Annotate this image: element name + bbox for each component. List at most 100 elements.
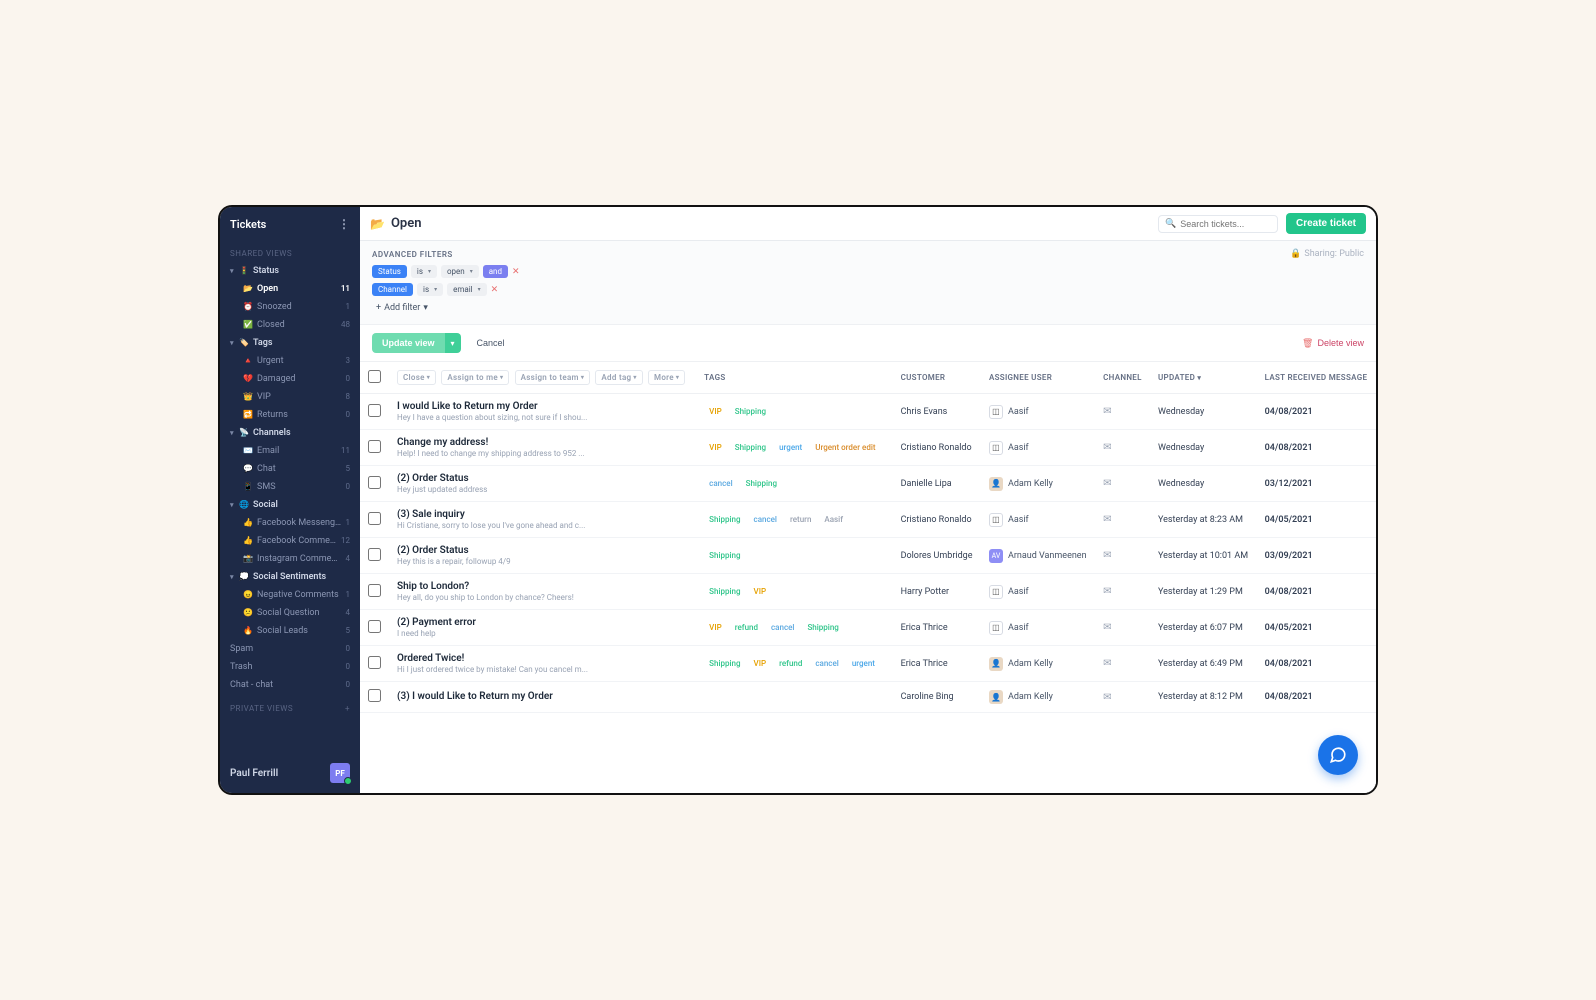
sidebar-item[interactable]: 👑VIP8: [220, 388, 360, 406]
filter-remove-2[interactable]: ✕: [491, 285, 499, 295]
ticket-preview: Hey this is a repair, followup 4/9: [397, 557, 657, 566]
add-private-view-icon[interactable]: +: [345, 704, 350, 713]
tag: Shipping: [704, 550, 745, 561]
cancel-button[interactable]: Cancel: [469, 333, 513, 353]
row-checkbox[interactable]: [368, 689, 381, 702]
sidebar-item[interactable]: 💬Chat5: [220, 460, 360, 478]
sidebar-group[interactable]: ▾💭Social Sentiments: [220, 568, 360, 586]
col-tags[interactable]: TAGS: [696, 362, 892, 394]
bulk-close-button[interactable]: Close ▾: [397, 370, 436, 385]
sidebar-item[interactable]: 🔥Social Leads5: [220, 622, 360, 640]
search-input[interactable]: [1180, 219, 1297, 229]
row-checkbox[interactable]: [368, 620, 381, 633]
sidebar-item[interactable]: 🔺Urgent3: [220, 352, 360, 370]
ticket-row[interactable]: Ordered Twice!Hi I just ordered twice by…: [360, 646, 1376, 682]
col-last-received[interactable]: LAST RECEIVED MESSAGE: [1257, 362, 1376, 394]
sidebar-item[interactable]: 😕Social Question4: [220, 604, 360, 622]
sidebar-item[interactable]: 💔Damaged0: [220, 370, 360, 388]
ticket-tags: cancelShipping: [696, 466, 892, 502]
row-checkbox[interactable]: [368, 548, 381, 561]
search-input-wrap[interactable]: 🔍: [1158, 215, 1278, 233]
ticket-row[interactable]: (3) I would Like to Return my Order Caro…: [360, 682, 1376, 713]
sidebar-item[interactable]: 👍Facebook Comments12: [220, 532, 360, 550]
create-ticket-button[interactable]: Create ticket: [1286, 213, 1366, 234]
sidebar-item[interactable]: 👍Facebook Messenger1: [220, 514, 360, 532]
ticket-subject: (3) I would Like to Return my Order: [397, 691, 688, 702]
select-all-checkbox[interactable]: [368, 370, 381, 383]
ticket-assignee: ◫Aasif: [989, 441, 1087, 455]
ticket-updated: Yesterday at 6:07 PM: [1150, 610, 1257, 646]
update-view-button[interactable]: Update view: [372, 333, 445, 353]
ticket-tags: Shipping: [696, 538, 892, 574]
ticket-row[interactable]: (2) Payment errorI need help VIPrefundca…: [360, 610, 1376, 646]
add-filter-button[interactable]: + Add filter ▾: [372, 301, 432, 315]
ticket-last-received: 04/08/2021: [1257, 394, 1376, 430]
ticket-tags: VIPrefundcancelShipping: [696, 610, 892, 646]
sidebar-item[interactable]: ✅Closed48: [220, 316, 360, 334]
ticket-row[interactable]: Ship to London?Hey all, do you ship to L…: [360, 574, 1376, 610]
col-channel[interactable]: CHANNEL: [1095, 362, 1150, 394]
sidebar-item[interactable]: 📂Open11: [220, 280, 360, 298]
ticket-subject: (2) Order Status: [397, 473, 688, 484]
sidebar-group[interactable]: ▾📡Channels: [220, 424, 360, 442]
sidebar-item[interactable]: 😠Negative Comments1: [220, 586, 360, 604]
bulk-assign-team-button[interactable]: Assign to team ▾: [515, 370, 591, 385]
row-checkbox[interactable]: [368, 440, 381, 453]
sidebar-item[interactable]: Trash0: [220, 658, 360, 676]
chat-fab[interactable]: [1318, 735, 1358, 775]
filter-val-1[interactable]: open▾: [441, 265, 479, 278]
channel-email-icon: ✉: [1103, 692, 1111, 703]
update-view-dropdown[interactable]: ▾: [445, 333, 461, 353]
sidebar-group[interactable]: ▾🏷️Tags: [220, 334, 360, 352]
col-customer[interactable]: CUSTOMER: [893, 362, 981, 394]
row-checkbox[interactable]: [368, 512, 381, 525]
ticket-tags: ShippingVIP: [696, 574, 892, 610]
sidebar-group[interactable]: ▾🚦Status: [220, 262, 360, 280]
bulk-more-button[interactable]: More ▾: [648, 370, 685, 385]
ticket-row[interactable]: (3) Sale inquiryHi Cristiane, sorry to l…: [360, 502, 1376, 538]
ticket-preview: Hey I have a question about sizing, not …: [397, 413, 657, 422]
sidebar-menu-icon[interactable]: ⋮: [338, 217, 350, 231]
row-checkbox[interactable]: [368, 584, 381, 597]
ticket-customer: Erica Thrice: [893, 646, 981, 682]
filter-remove-1[interactable]: ✕: [512, 267, 520, 277]
ticket-row[interactable]: (2) Order StatusHey this is a repair, fo…: [360, 538, 1376, 574]
sidebar-item[interactable]: 📸Instagram Comments4: [220, 550, 360, 568]
filter-op-2[interactable]: is▾: [417, 283, 443, 296]
assignee-avatar: 👤: [989, 477, 1003, 491]
delete-view-button[interactable]: 🗑 Delete view: [1302, 338, 1364, 349]
bulk-add-tag-button[interactable]: Add tag ▾: [595, 370, 642, 385]
ticket-last-received: 04/05/2021: [1257, 610, 1376, 646]
current-user-name: Paul Ferrill: [230, 768, 278, 779]
sidebar-group[interactable]: ▾🌐Social: [220, 496, 360, 514]
filter-field-status[interactable]: Status: [372, 265, 407, 278]
sidebar-item[interactable]: ⏰Snoozed1: [220, 298, 360, 316]
ticket-row[interactable]: (2) Order StatusHey just updated address…: [360, 466, 1376, 502]
bulk-assign-me-button[interactable]: Assign to me ▾: [441, 370, 509, 385]
col-assignee[interactable]: ASSIGNEE USER: [981, 362, 1095, 394]
ticket-updated: Yesterday at 8:23 AM: [1150, 502, 1257, 538]
shared-views-label: SHARED VIEWS: [220, 239, 360, 262]
sidebar-item[interactable]: 🔁Returns0: [220, 406, 360, 424]
current-user-avatar[interactable]: PF: [330, 763, 350, 783]
ticket-updated: Wednesday: [1150, 394, 1257, 430]
sidebar-item[interactable]: Chat - chat0: [220, 676, 360, 694]
ticket-assignee: ◫Aasif: [989, 405, 1087, 419]
ticket-row[interactable]: I would Like to Return my OrderHey I hav…: [360, 394, 1376, 430]
tag: VIP: [704, 442, 727, 453]
col-updated[interactable]: UPDATED ▾: [1150, 362, 1257, 394]
sidebar-item[interactable]: ✉️Email11: [220, 442, 360, 460]
filter-op-1[interactable]: is▾: [411, 265, 437, 278]
row-checkbox[interactable]: [368, 404, 381, 417]
sidebar-item[interactable]: 📱SMS0: [220, 478, 360, 496]
sidebar-item[interactable]: Spam0: [220, 640, 360, 658]
ticket-row[interactable]: Change my address!Help! I need to change…: [360, 430, 1376, 466]
filter-val-2[interactable]: email▾: [447, 283, 487, 296]
ticket-subject: (3) Sale inquiry: [397, 509, 688, 520]
ticket-customer: Cristiano Ronaldo: [893, 502, 981, 538]
filter-join-1[interactable]: and: [483, 265, 508, 278]
filter-field-channel[interactable]: Channel: [372, 283, 413, 296]
sharing-indicator[interactable]: 🔒 Sharing: Public: [1290, 249, 1364, 259]
row-checkbox[interactable]: [368, 656, 381, 669]
row-checkbox[interactable]: [368, 476, 381, 489]
